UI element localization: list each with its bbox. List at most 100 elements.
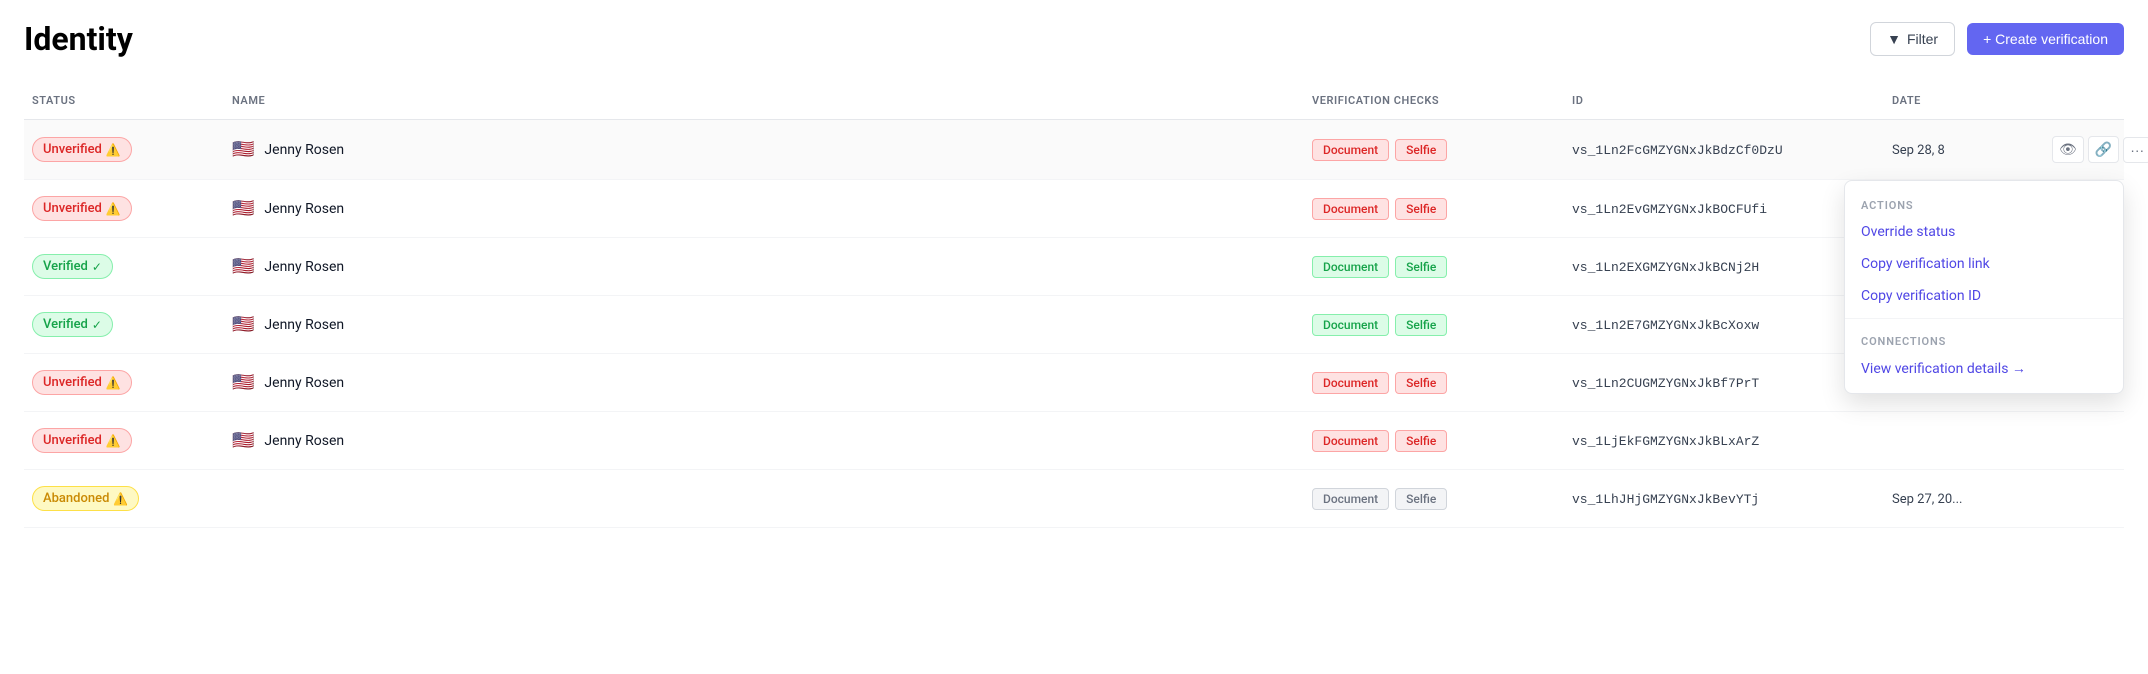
more-button[interactable]: ··· xyxy=(2123,137,2148,163)
flag-icon: 🇺🇸 xyxy=(232,139,254,160)
create-verification-button[interactable]: + Create verification xyxy=(1967,23,2124,55)
verification-id: vs_1LhJHjGMZYGNxJkBevYTj xyxy=(1572,492,1759,507)
document-badge: Document xyxy=(1312,430,1389,452)
person-name: Jenny Rosen xyxy=(264,142,344,158)
status-cell: Abandoned ⚠️ xyxy=(24,482,224,515)
status-cell: Unverified ⚠️ xyxy=(24,192,224,225)
filter-button[interactable]: ▼ Filter xyxy=(1870,22,1955,56)
document-badge: Document xyxy=(1312,256,1389,278)
id-cell: vs_1Ln2EvGMZYGNxJkBOCFUfi xyxy=(1564,197,1884,221)
page-header: Identity ▼ Filter + Create verification xyxy=(24,20,2124,58)
link-icon: 🔗 xyxy=(2095,141,2112,158)
name-cell: 🇺🇸 Jenny Rosen xyxy=(224,135,1304,164)
status-cell: Unverified ⚠️ xyxy=(24,366,224,399)
verification-checks-cell: Document Selfie xyxy=(1304,426,1564,456)
name-cell: 🇺🇸 Jenny Rosen xyxy=(224,194,1304,223)
person-name: Jenny Rosen xyxy=(264,375,344,391)
person-name: Jenny Rosen xyxy=(264,259,344,275)
status-badge: Verified ✓ xyxy=(32,312,113,337)
actions-cell: 👁 🔗 ··· ACTIONS Override status Copy ver… xyxy=(2044,132,2124,167)
selfie-badge: Selfie xyxy=(1395,430,1447,452)
col-header-date: DATE xyxy=(1884,90,2044,111)
status-cell: Unverified ⚠️ xyxy=(24,424,224,457)
name-cell: 🇺🇸 Jenny Rosen xyxy=(224,252,1304,281)
alert-icon: ⚠️ xyxy=(106,202,121,216)
check-icon: ✓ xyxy=(92,318,102,332)
name-cell: 🇺🇸 Jenny Rosen xyxy=(224,310,1304,339)
date-cell: Sep 28, 8 xyxy=(1884,138,2044,162)
id-cell: vs_1LjEkFGMZYGNxJkBLxArZ xyxy=(1564,429,1884,453)
view-verification-details-item[interactable]: View verification details → xyxy=(1845,352,2123,385)
table-row: Unverified ⚠️ 🇺🇸 Jenny Rosen Document Se… xyxy=(24,412,2124,470)
dropdown-divider xyxy=(1845,318,2123,319)
selfie-badge: Selfie xyxy=(1395,256,1447,278)
flag-icon: 🇺🇸 xyxy=(232,430,254,451)
flag-icon: 🇺🇸 xyxy=(232,372,254,393)
status-badge: Unverified ⚠️ xyxy=(32,428,132,453)
status-badge: Abandoned ⚠️ xyxy=(32,486,139,511)
status-cell: Unverified ⚠️ xyxy=(24,133,224,166)
flag-icon: 🇺🇸 xyxy=(232,256,254,277)
table-row: Verified ✓ 🇺🇸 Jenny Rosen Document Selfi… xyxy=(24,296,2124,354)
status-text: Verified xyxy=(43,317,88,332)
name-cell: 🇺🇸 Jenny Rosen xyxy=(224,426,1304,455)
date-value: Sep 28, 8 xyxy=(1892,143,1945,158)
id-cell: vs_1Ln2E7GMZYGNxJkBcXoxw xyxy=(1564,313,1884,337)
override-status-item[interactable]: Override status xyxy=(1845,216,2123,248)
document-badge: Document xyxy=(1312,314,1389,336)
row-actions: 👁 🔗 ··· xyxy=(2052,136,2116,163)
selfie-badge: Selfie xyxy=(1395,314,1447,336)
col-header-actions xyxy=(2044,90,2124,111)
table-row: Unverified ⚠️ 🇺🇸 Jenny Rosen Document Se… xyxy=(24,120,2124,180)
check-icon: ✓ xyxy=(92,260,102,274)
verification-checks-cell: Document Selfie xyxy=(1304,484,1564,514)
status-badge: Verified ✓ xyxy=(32,254,113,279)
table-row: Unverified ⚠️ 🇺🇸 Jenny Rosen Document Se… xyxy=(24,354,2124,412)
verification-checks-cell: Document Selfie xyxy=(1304,252,1564,282)
status-cell: Verified ✓ xyxy=(24,308,224,341)
page-title: Identity xyxy=(24,20,133,58)
name-cell xyxy=(224,495,1304,503)
actions-section-label: ACTIONS xyxy=(1845,189,2123,216)
copy-verification-id-item[interactable]: Copy verification ID xyxy=(1845,280,2123,312)
actions-dropdown: ACTIONS Override status Copy verificatio… xyxy=(1844,180,2124,394)
selfie-badge: Selfie xyxy=(1395,198,1447,220)
status-text: Verified xyxy=(43,259,88,274)
status-badge: Unverified ⚠️ xyxy=(32,370,132,395)
page-container: Identity ▼ Filter + Create verification … xyxy=(0,0,2148,548)
table-row: Verified ✓ 🇺🇸 Jenny Rosen Document Selfi… xyxy=(24,238,2124,296)
link-button[interactable]: 🔗 xyxy=(2088,136,2119,163)
status-text: Abandoned xyxy=(43,491,109,506)
date-cell: Sep 27, 20... xyxy=(1884,487,2044,511)
name-cell: 🇺🇸 Jenny Rosen xyxy=(224,368,1304,397)
table-row: Unverified ⚠️ 🇺🇸 Jenny Rosen Document Se… xyxy=(24,180,2124,238)
verification-id: vs_1Ln2FcGMZYGNxJkBdzCf0DzU xyxy=(1572,143,1783,158)
filter-icon: ▼ xyxy=(1887,31,1901,47)
table-header-row: STATUS NAME VERIFICATION CHECKS ID DATE xyxy=(24,82,2124,120)
id-cell: vs_1LhJHjGMZYGNxJkBevYTj xyxy=(1564,487,1884,511)
id-cell: vs_1Ln2FcGMZYGNxJkBdzCf0DzU xyxy=(1564,138,1884,162)
flag-icon: 🇺🇸 xyxy=(232,314,254,335)
verification-id: vs_1Ln2E7GMZYGNxJkBcXoxw xyxy=(1572,318,1759,333)
document-badge: Document xyxy=(1312,198,1389,220)
status-badge: Unverified ⚠️ xyxy=(32,137,132,162)
create-verification-label: + Create verification xyxy=(1983,31,2108,47)
alert-icon: ⚠️ xyxy=(106,143,121,157)
status-text: Unverified xyxy=(43,142,102,157)
eye-button[interactable]: 👁 xyxy=(2052,136,2084,163)
verification-checks-cell: Document Selfie xyxy=(1304,135,1564,165)
eye-icon: 👁 xyxy=(2059,141,2077,158)
status-text: Unverified xyxy=(43,201,102,216)
copy-verification-link-item[interactable]: Copy verification link xyxy=(1845,248,2123,280)
actions-cell xyxy=(2044,437,2124,445)
alert-icon: ⚠️ xyxy=(106,376,121,390)
actions-cell xyxy=(2044,495,2124,503)
identity-table: STATUS NAME VERIFICATION CHECKS ID DATE … xyxy=(24,82,2124,528)
filter-label: Filter xyxy=(1907,31,1938,47)
person-name: Jenny Rosen xyxy=(264,433,344,449)
header-actions: ▼ Filter + Create verification xyxy=(1870,22,2124,56)
status-text: Unverified xyxy=(43,375,102,390)
verification-id: vs_1Ln2EXGMZYGNxJkBCNj2H xyxy=(1572,260,1759,275)
status-badge: Unverified ⚠️ xyxy=(32,196,132,221)
person-name: Jenny Rosen xyxy=(264,201,344,217)
